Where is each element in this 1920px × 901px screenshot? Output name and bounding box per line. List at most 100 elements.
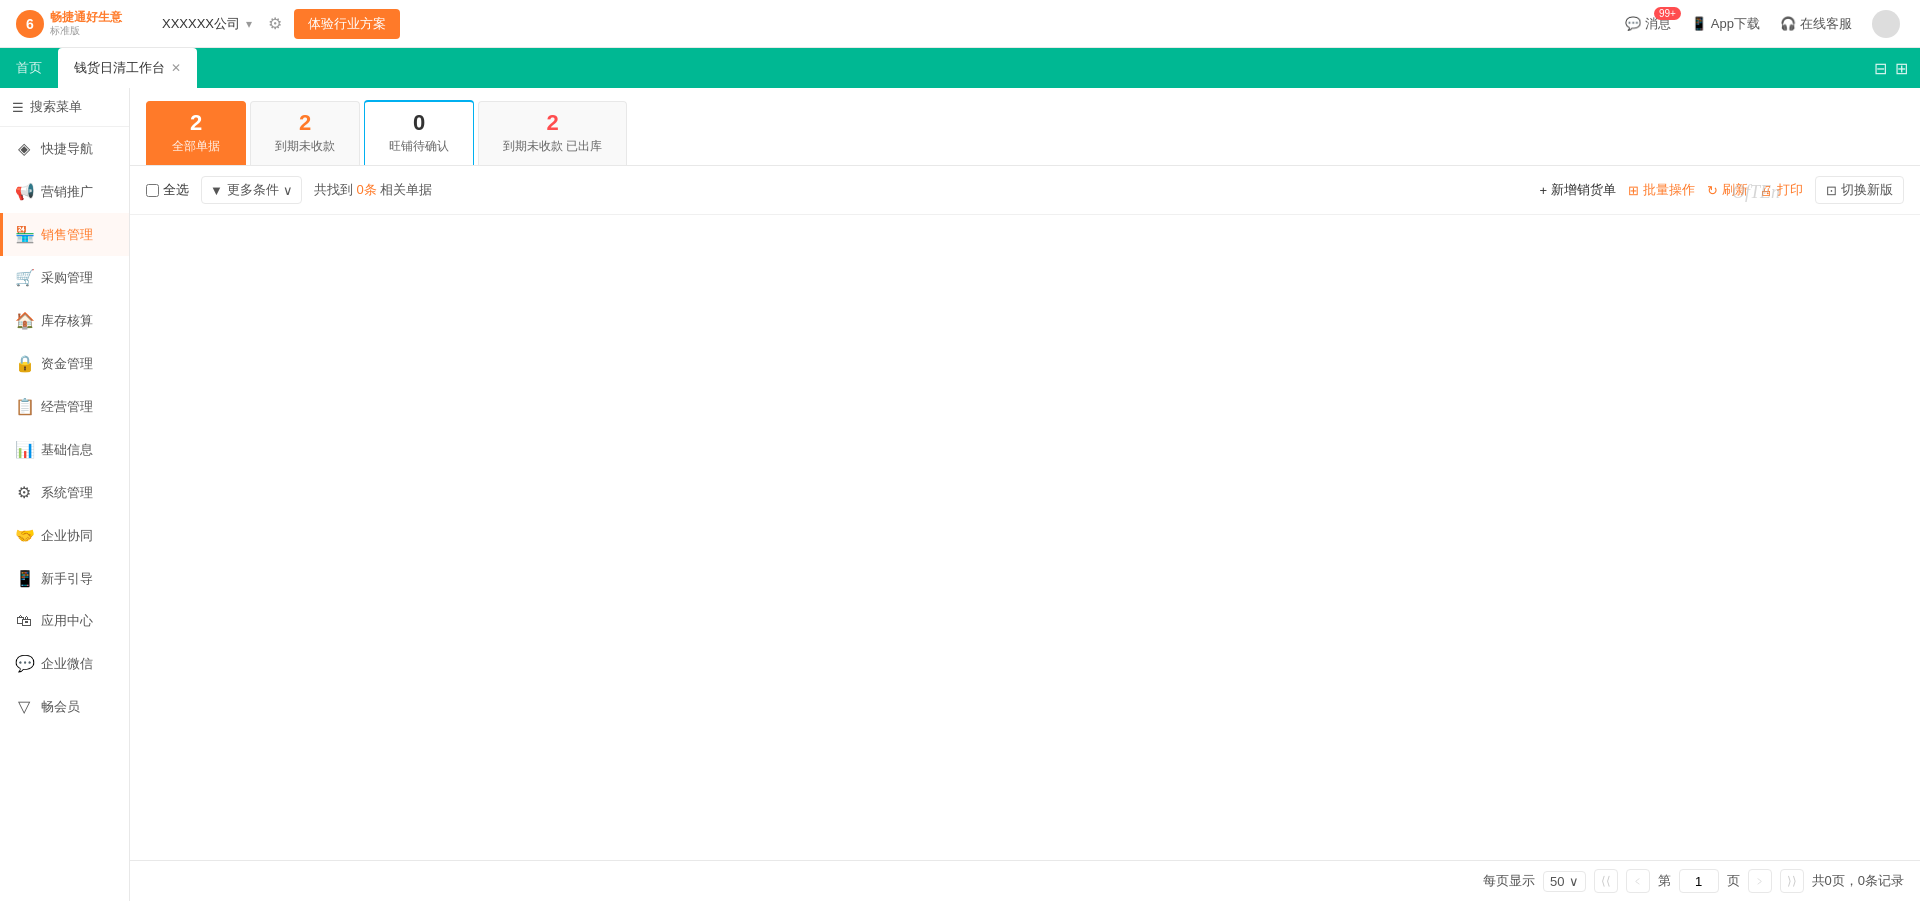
sidebar-item-inventory[interactable]: 🏠 库存核算 (0, 299, 129, 342)
sidebar-item-label-purchase: 采购管理 (41, 269, 93, 287)
message-item[interactable]: 💬 消息 99+ (1625, 15, 1671, 33)
nav-tabs-right: ⊟ ⊞ (1874, 59, 1920, 78)
app-download-label: App下载 (1711, 15, 1760, 33)
select-all-checkbox[interactable]: 全选 (146, 181, 189, 199)
page-size-select[interactable]: 50 ∨ (1543, 871, 1585, 892)
logo-title: 畅捷通好生意 (50, 10, 122, 24)
sidebar-item-sales[interactable]: 🏪 销售管理 (0, 213, 129, 256)
stats-tab-pending-num: 0 (413, 110, 425, 136)
total-label: 共0页，0条记录 (1812, 872, 1904, 890)
trial-button[interactable]: 体验行业方案 (294, 9, 400, 39)
found-suffix: 相关单据 (380, 182, 432, 197)
nav-tabs: 首页 钱货日清工作台 ✕ ⊟ ⊞ (0, 48, 1920, 88)
tab-home[interactable]: 首页 (0, 48, 58, 88)
next-page-button[interactable]: ﹥ (1748, 869, 1772, 893)
sidebar-item-label-wechat: 企业微信 (41, 655, 93, 673)
tab-close-icon[interactable]: ✕ (171, 61, 181, 75)
top-header: 6 畅捷通好生意 标准版 XXXXXX公司 ▾ ⚙ 体验行业方案 💬 消息 99… (0, 0, 1920, 48)
stats-tab-pending[interactable]: 0 旺铺待确认 (364, 100, 474, 165)
stats-tabs: 2 全部单据 2 到期未收款 0 旺铺待确认 2 到期未收款 已出库 (130, 88, 1920, 166)
stats-tab-overdue-label: 到期未收款 (275, 138, 335, 155)
sidebar-item-wechat[interactable]: 💬 企业微信 (0, 642, 129, 685)
sidebar-item-system[interactable]: ⚙ 系统管理 (0, 471, 129, 514)
sidebar-item-label-basic-info: 基础信息 (41, 441, 93, 459)
finance-icon: 🔒 (15, 354, 33, 373)
wechat-icon: 💬 (15, 654, 33, 673)
stats-tab-all-num: 2 (190, 110, 202, 136)
select-all-label: 全选 (163, 181, 189, 199)
sidebar-item-quick-nav[interactable]: ◈ 快捷导航 (0, 127, 129, 170)
page-label: 第 (1658, 872, 1671, 890)
plus-icon: + (1539, 183, 1547, 198)
sidebar-item-label-sales: 销售管理 (41, 226, 93, 244)
sidebar-item-marketing[interactable]: 📢 营销推广 (0, 170, 129, 213)
sidebar-search[interactable]: ☰ 搜索菜单 (0, 88, 129, 127)
page-size-value: 50 (1550, 874, 1564, 889)
cooperation-icon: 🤝 (15, 526, 33, 545)
operation-icon: 📋 (15, 397, 33, 416)
marketing-icon: 📢 (15, 182, 33, 201)
page-size-chevron-icon: ∨ (1569, 874, 1579, 889)
minimize-icon[interactable]: ⊟ (1874, 59, 1887, 78)
logo-icon: 6 (16, 10, 44, 38)
settings-icon[interactable]: ⚙ (268, 14, 282, 33)
sidebar-item-app-center[interactable]: 🛍 应用中心 (0, 600, 129, 642)
sidebar-item-finance[interactable]: 🔒 资金管理 (0, 342, 129, 385)
switch-label: 切换新版 (1841, 181, 1893, 199)
sidebar-item-purchase[interactable]: 🛒 采购管理 (0, 256, 129, 299)
avatar (1872, 10, 1900, 38)
header-right: 💬 消息 99+ 📱 App下载 🎧 在线客服 (1625, 10, 1904, 38)
sidebar-item-label-system: 系统管理 (41, 484, 93, 502)
avatar-area[interactable] (1872, 10, 1904, 38)
tab-work[interactable]: 钱货日清工作台 ✕ (58, 48, 197, 88)
sidebar-item-guide[interactable]: 📱 新手引导 (0, 557, 129, 600)
sales-icon: 🏪 (15, 225, 33, 244)
found-count: 0条 (357, 182, 377, 197)
sidebar-item-label-finance: 资金管理 (41, 355, 93, 373)
sidebar-item-label-marketing: 营销推广 (41, 183, 93, 201)
stats-tab-pending-label: 旺铺待确认 (389, 138, 449, 155)
sidebar-item-label-operation: 经营管理 (41, 398, 93, 416)
stats-tab-all[interactable]: 2 全部单据 (146, 101, 246, 165)
batch-operation-button[interactable]: ⊞ 批量操作 (1628, 181, 1695, 199)
sidebar-search-label: 搜索菜单 (30, 98, 82, 116)
last-page-button[interactable]: ⟩⟩ (1780, 869, 1804, 893)
sidebar: ☰ 搜索菜单 ◈ 快捷导航 📢 营销推广 🏪 销售管理 🛒 采购管理 🏠 库存核… (0, 88, 130, 901)
sidebar-item-label-quick-nav: 快捷导航 (41, 140, 93, 158)
prev-page-button[interactable]: ﹤ (1626, 869, 1650, 893)
filter-button[interactable]: ▼ 更多条件 ∨ (201, 176, 302, 204)
page-number-input[interactable] (1679, 869, 1719, 893)
online-service-item[interactable]: 🎧 在线客服 (1780, 15, 1852, 33)
sidebar-item-basic-info[interactable]: 📊 基础信息 (0, 428, 129, 471)
add-order-button[interactable]: + 新增销货单 (1539, 181, 1616, 199)
inventory-icon: 🏠 (15, 311, 33, 330)
purchase-icon: 🛒 (15, 268, 33, 287)
basic-info-icon: 📊 (15, 440, 33, 459)
select-all-input[interactable] (146, 184, 159, 197)
logo-area: 6 畅捷通好生意 标准版 (16, 10, 146, 38)
company-selector[interactable]: XXXXXX公司 ▾ (154, 11, 260, 37)
filter-chevron-icon: ∨ (283, 183, 293, 198)
switch-icon: ⊡ (1826, 183, 1837, 198)
filter-icon: ▼ (210, 183, 223, 198)
stats-tab-shipped[interactable]: 2 到期未收款 已出库 (478, 101, 627, 165)
sidebar-item-member[interactable]: ▽ 畅会员 (0, 685, 129, 728)
app-download-item[interactable]: 📱 App下载 (1691, 15, 1760, 33)
sidebar-item-cooperation[interactable]: 🤝 企业协同 (0, 514, 129, 557)
page-of-label: 页 (1727, 872, 1740, 890)
maximize-icon[interactable]: ⊞ (1895, 59, 1908, 78)
system-icon: ⚙ (15, 483, 33, 502)
stats-tab-shipped-num: 2 (547, 110, 559, 136)
logo-subtitle: 标准版 (50, 25, 122, 37)
first-page-button[interactable]: ⟨⟨ (1594, 869, 1618, 893)
stats-tab-overdue[interactable]: 2 到期未收款 (250, 101, 360, 165)
app-center-icon: 🛍 (15, 612, 33, 630)
toolbar-right: + 新增销货单 ⊞ 批量操作 ↻ 刷新 🖨 打印 ⊡ 切换新版 (1539, 176, 1904, 204)
member-icon: ▽ (15, 697, 33, 716)
table-empty (130, 215, 1920, 860)
sidebar-item-operation[interactable]: 📋 经营管理 (0, 385, 129, 428)
switch-version-button[interactable]: ⊡ 切换新版 (1815, 176, 1904, 204)
app-download-icon: 📱 (1691, 16, 1707, 31)
search-icon: ☰ (12, 100, 24, 115)
headset-icon: 🎧 (1780, 16, 1796, 31)
